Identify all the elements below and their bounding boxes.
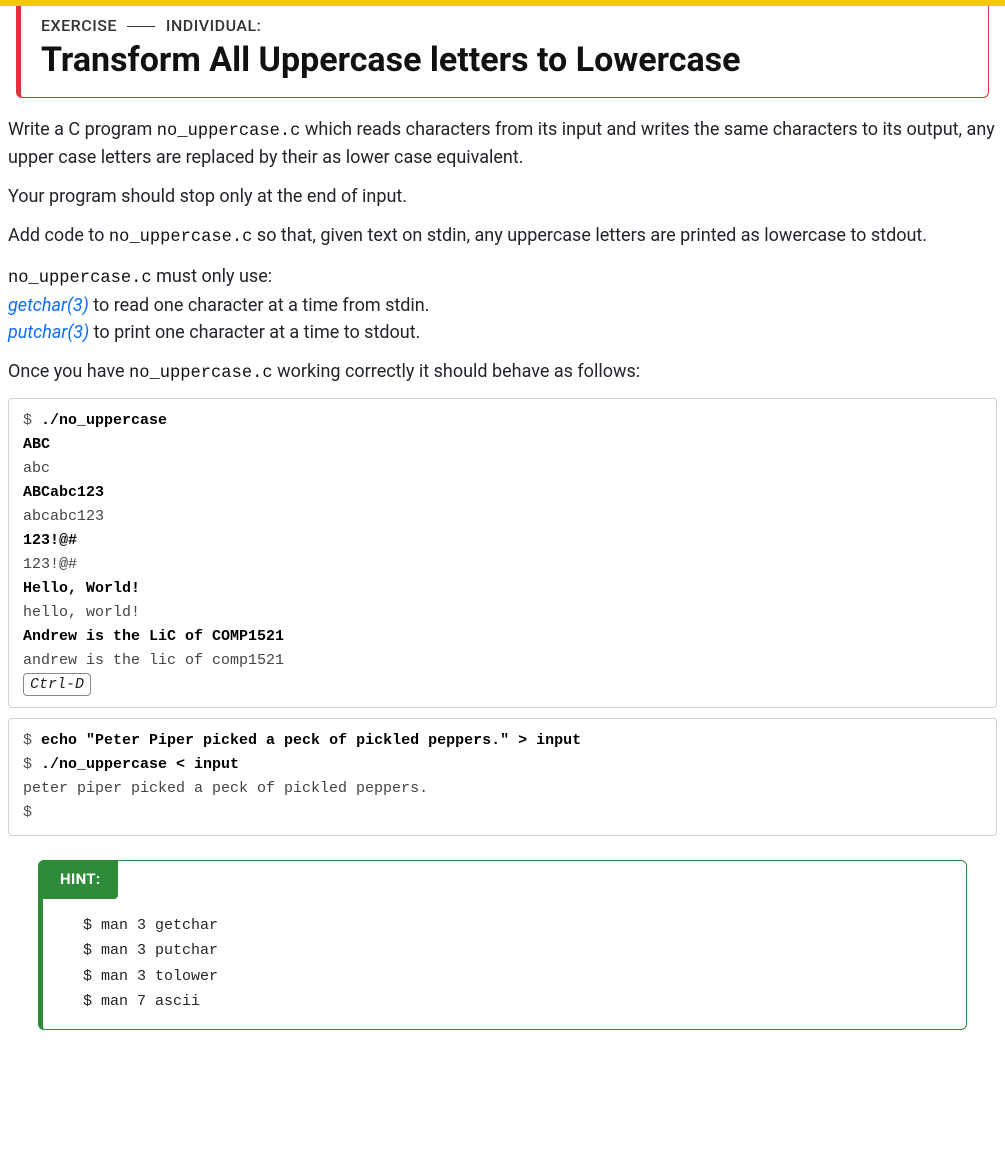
link-getchar[interactable]: getchar(3) — [8, 295, 89, 316]
exercise-title: Transform All Uppercase letters to Lower… — [41, 40, 968, 81]
overline-right: INDIVIDUAL: — [166, 16, 261, 35]
paragraph-addcode: Add code to no_uppercase.c so that, give… — [8, 222, 997, 251]
overline-dash-icon — [127, 26, 155, 27]
paragraph-stop: Your program should stop only at the end… — [8, 183, 997, 210]
paragraph-behave: Once you have no_uppercase.c working cor… — [8, 358, 997, 387]
link-putchar[interactable]: putchar(3) — [8, 322, 89, 343]
code-filename: no_uppercase.c — [8, 269, 152, 288]
paragraph-intro: Write a C program no_uppercase.c which r… — [8, 116, 997, 172]
hint-card: HINT: $ man 3 getchar $ man 3 putchar $ … — [38, 860, 967, 1030]
text: working correctly it should behave as fo… — [273, 361, 641, 382]
terminal-block-1: $ ./no_uppercase ABC abc ABCabc123 abcab… — [8, 398, 997, 708]
hint-terminal: $ man 3 getchar $ man 3 putchar $ man 3 … — [83, 913, 936, 1015]
code-filename: no_uppercase.c — [157, 122, 301, 141]
hint-body: $ man 3 getchar $ man 3 putchar $ man 3 … — [43, 899, 966, 1015]
content-area: Write a C program no_uppercase.c which r… — [0, 116, 1005, 1030]
paragraph-mustuse: no_uppercase.c must only use: getchar(3)… — [8, 263, 997, 346]
text: to read one character at a time from std… — [89, 295, 430, 316]
text: so that, given text on stdin, any upperc… — [252, 225, 927, 246]
hint-label: HINT: — [42, 860, 118, 899]
code-filename: no_uppercase.c — [129, 364, 273, 383]
text: Add code to — [8, 225, 109, 246]
exercise-header-card: EXERCISE INDIVIDUAL: Transform All Upper… — [16, 6, 989, 98]
text: Once you have — [8, 361, 129, 382]
exercise-overline: EXERCISE INDIVIDUAL: — [41, 14, 968, 38]
overline-left: EXERCISE — [41, 16, 117, 35]
text: must only use: — [152, 266, 273, 287]
code-filename: no_uppercase.c — [109, 228, 253, 247]
text: to print one character at a time to stdo… — [89, 322, 420, 343]
text: Write a C program — [8, 119, 157, 140]
terminal-block-2: $ echo "Peter Piper picked a peck of pic… — [8, 718, 997, 836]
